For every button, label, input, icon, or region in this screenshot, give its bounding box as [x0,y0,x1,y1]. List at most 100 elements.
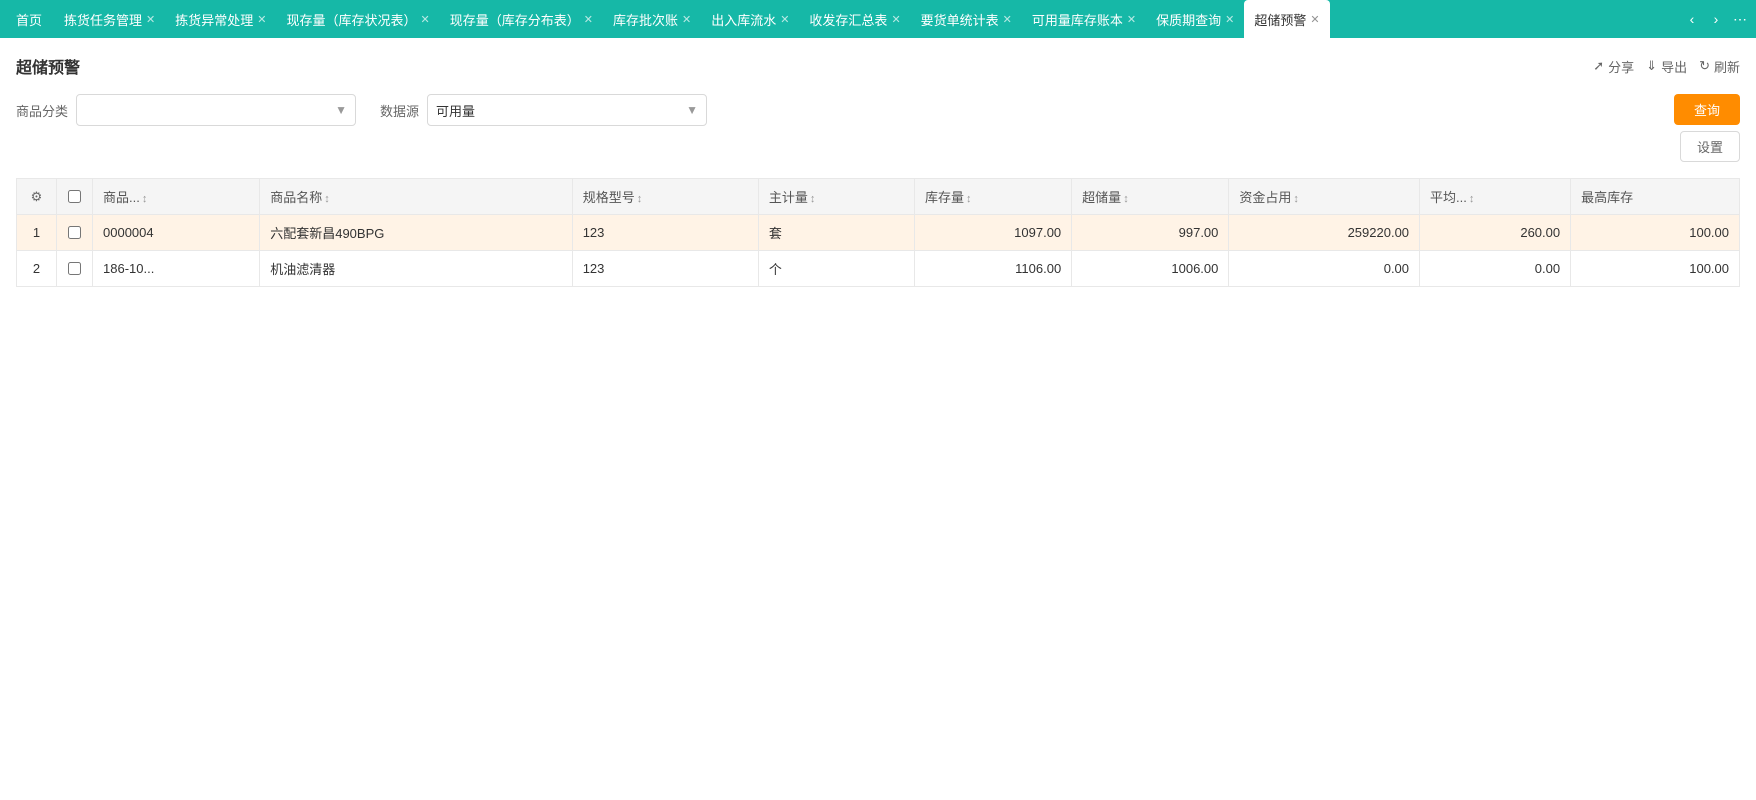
col-maxstock-header: 最高库存 [1571,179,1740,215]
row-checkbox[interactable] [68,226,81,239]
data-table: ⚙ 商品...↕ 商品名称↕ 规格型号↕ 主计量↕ [16,178,1740,287]
filter-category: 商品分类 ▼ [16,94,356,126]
row-maxstock: 100.00 [1571,215,1740,251]
nav-arrows: ‹ › ⋯ [1680,0,1752,38]
nav-tab-tab-9[interactable]: 可用量库存账本 ✕ [1022,0,1146,38]
filter-area: 商品分类 ▼ 数据源 可用量 ▼ 查询 设置 [16,94,1740,162]
row-code: 0000004 [93,215,260,251]
table-header-row: ⚙ 商品...↕ 商品名称↕ 规格型号↕ 主计量↕ [17,179,1740,215]
tab-close-btn[interactable]: ✕ [421,13,430,26]
tab-label: 出入库流水 [711,10,776,29]
row-name: 六配套新昌490BPG [260,215,572,251]
row-spec: 123 [572,251,758,287]
tab-close-btn[interactable]: ✕ [891,13,900,26]
tab-label: 保质期查询 [1156,10,1221,29]
tab-label: 要货单统计表 [921,10,999,29]
row-index: 2 [17,251,57,287]
row-capital: 259220.00 [1229,215,1420,251]
sort-icon[interactable]: ↕ [142,193,148,205]
tab-label: 超储预警 [1254,10,1306,29]
filter-buttons: 查询 设置 [1674,94,1740,162]
nav-arrow-left[interactable]: ‹ [1680,0,1704,38]
tab-close-btn[interactable]: ✕ [257,13,266,26]
row-stock: 1106.00 [914,251,1071,287]
tab-label: 库存批次账 [613,10,678,29]
nav-tab-tab-6[interactable]: 出入库流水 ✕ [701,0,799,38]
tab-close-btn[interactable]: ✕ [584,13,593,26]
query-button[interactable]: 查询 [1674,94,1740,125]
tab-close-btn[interactable]: ✕ [1310,13,1319,26]
row-avg: 0.00 [1420,251,1571,287]
category-select[interactable]: ▼ [76,94,356,126]
nav-tab-tab-4[interactable]: 现存量（库存分布表） ✕ [440,0,603,38]
row-checkbox[interactable] [68,262,81,275]
datasource-select[interactable]: 可用量 ▼ [427,94,707,126]
col-name-label: 商品名称↕ [270,190,330,205]
col-spec-header: 规格型号↕ [572,179,758,215]
gear-icon[interactable]: ⚙ [27,189,46,205]
nav-tab-tab-3[interactable]: 现存量（库存状况表） ✕ [276,0,439,38]
tab-close-btn[interactable]: ✕ [1003,13,1012,26]
nav-arrow-expand[interactable]: ⋯ [1728,0,1752,38]
nav-tab-tab-5[interactable]: 库存批次账 ✕ [603,0,701,38]
tab-label: 现存量（库存分布表） [450,10,580,29]
table-row: 1 0000004 六配套新昌490BPG 123 套 1097.00 997.… [17,215,1740,251]
sort-icon-5[interactable]: ↕ [966,193,972,205]
nav-arrow-right[interactable]: › [1704,0,1728,38]
sort-icon-8[interactable]: ↕ [1469,193,1475,205]
nav-tabs: 拣货任务管理✕拣货异常处理✕现存量（库存状况表）✕现存量（库存分布表）✕库存批次… [54,0,1330,38]
nav-tab-tab-8[interactable]: 要货单统计表 ✕ [911,0,1022,38]
row-code: 186-10... [93,251,260,287]
row-checkbox-cell [57,215,93,251]
row-unit: 个 [758,251,914,287]
tab-label: 拣货任务管理 [64,10,142,29]
tab-close-btn[interactable]: ✕ [146,13,155,26]
nav-home[interactable]: 首页 [4,10,54,29]
tab-close-btn[interactable]: ✕ [1127,13,1136,26]
table-body: 1 0000004 六配套新昌490BPG 123 套 1097.00 997.… [17,215,1740,287]
col-gear-header: ⚙ [17,179,57,215]
nav-tab-tab-2[interactable]: 拣货异常处理✕ [165,0,276,38]
chevron-down-icon: ▼ [335,103,347,117]
tab-close-btn[interactable]: ✕ [780,13,789,26]
page-container: 超储预警 ➚ 分享 ⇓ 导出 ↻ 刷新 商品分类 ▼ [0,38,1756,800]
col-avg-header: 平均...↕ [1420,179,1571,215]
share-button[interactable]: ➚ 分享 [1593,57,1634,76]
sort-icon-4[interactable]: ↕ [810,193,816,205]
filter-datasource: 数据源 可用量 ▼ [380,94,707,126]
refresh-icon: ↻ [1699,58,1710,74]
row-unit: 套 [758,215,914,251]
export-icon: ⇓ [1646,58,1657,74]
sort-icon-7[interactable]: ↕ [1293,193,1299,205]
tab-label: 可用量库存账本 [1032,10,1123,29]
row-index: 1 [17,215,57,251]
row-capital: 0.00 [1229,251,1420,287]
refresh-button[interactable]: ↻ 刷新 [1699,57,1740,76]
settings-button[interactable]: 设置 [1680,131,1740,162]
col-maxstock-label: 最高库存 [1581,190,1633,205]
col-capital-header: 资金占用↕ [1229,179,1420,215]
col-avg-label: 平均...↕ [1430,190,1474,205]
col-code-header: 商品...↕ [93,179,260,215]
tab-close-btn[interactable]: ✕ [682,13,691,26]
row-maxstock: 100.00 [1571,251,1740,287]
sort-icon-3[interactable]: ↕ [637,193,643,205]
share-icon: ➚ [1593,58,1604,74]
row-stock: 1097.00 [914,215,1071,251]
sort-icon-2[interactable]: ↕ [324,193,330,205]
export-button[interactable]: ⇓ 导出 [1646,57,1687,76]
col-unit-label: 主计量↕ [769,190,816,205]
nav-tab-tab-7[interactable]: 收发存汇总表✕ [799,0,910,38]
nav-tab-tab-11[interactable]: 超储预警 ✕ [1244,0,1329,38]
col-spec-label: 规格型号↕ [583,190,643,205]
col-unit-header: 主计量↕ [758,179,914,215]
nav-tab-tab-10[interactable]: 保质期查询 ✕ [1146,0,1244,38]
row-over: 1006.00 [1072,251,1229,287]
header-actions: ➚ 分享 ⇓ 导出 ↻ 刷新 [1593,57,1740,76]
tab-label: 现存量（库存状况表） [286,10,416,29]
top-nav: 首页 拣货任务管理✕拣货异常处理✕现存量（库存状况表）✕现存量（库存分布表）✕库… [0,0,1756,38]
select-all-checkbox[interactable] [68,190,81,203]
tab-close-btn[interactable]: ✕ [1225,13,1234,26]
sort-icon-6[interactable]: ↕ [1123,193,1129,205]
nav-tab-tab-1[interactable]: 拣货任务管理 ✕ [54,0,165,38]
